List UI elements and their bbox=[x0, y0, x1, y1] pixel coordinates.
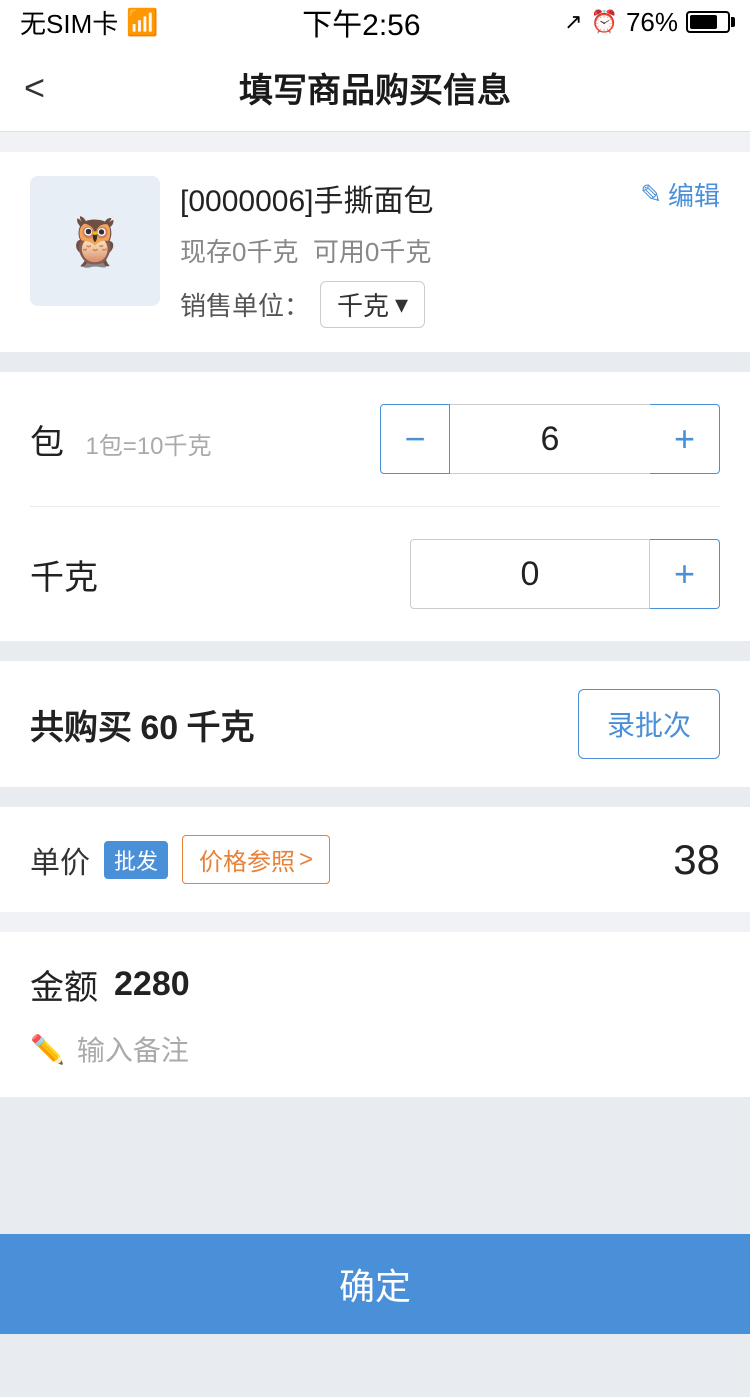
price-label: 单价 bbox=[30, 838, 90, 882]
alarm-icon: ⏰ bbox=[591, 9, 618, 35]
bao-input[interactable] bbox=[450, 404, 650, 474]
battery-percent: 76% bbox=[626, 7, 678, 38]
remark-row[interactable]: ✏️ 输入备注 bbox=[30, 1029, 720, 1069]
bao-control: − + bbox=[380, 404, 720, 474]
location-icon: ↗ bbox=[564, 9, 582, 35]
wifi-icon: 📶 bbox=[126, 7, 158, 38]
kg-label: 千克 bbox=[30, 550, 410, 599]
status-right: ↗ ⏰ 76% bbox=[564, 7, 730, 38]
price-row: 单价 批发 价格参照 > 38 bbox=[30, 835, 720, 884]
status-carrier: 无SIM卡 📶 bbox=[20, 4, 159, 41]
back-button[interactable]: < bbox=[24, 67, 45, 109]
edit-icon: ✎ bbox=[640, 179, 662, 210]
status-time: 下午2:56 bbox=[302, 0, 420, 44]
kg-control: + bbox=[410, 539, 720, 609]
unit-selector[interactable]: 千克 ▾ bbox=[320, 281, 425, 328]
amount-row: 金额 2280 bbox=[30, 960, 720, 1009]
price-badge: 批发 bbox=[104, 841, 168, 879]
confirm-button[interactable]: 确定 bbox=[0, 1234, 750, 1334]
amount-label: 金额 bbox=[30, 960, 98, 1009]
product-image: 🦉 bbox=[30, 176, 160, 306]
edit-button[interactable]: ✎ 编辑 bbox=[640, 176, 720, 213]
bao-minus-button[interactable]: − bbox=[380, 404, 450, 474]
kg-row: 千克 + bbox=[30, 507, 720, 641]
total-text: 共购买 60 千克 bbox=[30, 700, 255, 749]
bao-hint: 1包=10千克 bbox=[85, 433, 211, 460]
section-divider-2 bbox=[0, 641, 750, 661]
amount-value: 2280 bbox=[114, 965, 190, 1004]
page-title: 填写商品购买信息 bbox=[239, 63, 511, 112]
pencil-icon: ✏️ bbox=[30, 1033, 65, 1066]
status-bar: 无SIM卡 📶 下午2:56 ↗ ⏰ 76% bbox=[0, 0, 750, 44]
batch-button[interactable]: 录批次 bbox=[578, 689, 720, 759]
price-section: 单价 批发 价格参照 > 38 bbox=[0, 807, 750, 912]
battery-fill bbox=[690, 15, 717, 29]
bao-label-area: 包 1包=10千克 bbox=[30, 415, 380, 464]
product-unit: 销售单位： 千克 ▾ bbox=[180, 281, 720, 328]
chevron-right-icon: > bbox=[299, 846, 313, 874]
kg-input[interactable] bbox=[410, 539, 650, 609]
section-divider-1 bbox=[0, 352, 750, 372]
product-card: 🦉 [0000006]手撕面包 现存0千克 可用0千克 销售单位： 千克 ▾ ✎… bbox=[0, 152, 750, 352]
product-logo-icon: 🦉 bbox=[65, 213, 125, 270]
product-info: [0000006]手撕面包 现存0千克 可用0千克 销售单位： 千克 ▾ bbox=[180, 176, 720, 328]
remark-placeholder: 输入备注 bbox=[77, 1029, 189, 1069]
nav-bar: < 填写商品购买信息 bbox=[0, 44, 750, 132]
price-reference-button[interactable]: 价格参照 > bbox=[182, 835, 330, 884]
amount-section: 金额 2280 ✏️ 输入备注 bbox=[0, 932, 750, 1097]
price-label-area: 单价 批发 价格参照 > bbox=[30, 835, 330, 884]
battery-icon bbox=[686, 11, 730, 33]
total-row: 共购买 60 千克 录批次 bbox=[0, 661, 750, 787]
price-value: 38 bbox=[673, 836, 720, 884]
kg-plus-button[interactable]: + bbox=[650, 539, 720, 609]
product-name: [0000006]手撕面包 bbox=[180, 176, 720, 220]
bao-row: 包 1包=10千克 − + bbox=[30, 372, 720, 507]
section-divider-3 bbox=[0, 787, 750, 807]
product-stock: 现存0千克 可用0千克 bbox=[180, 232, 720, 269]
chevron-down-icon: ▾ bbox=[395, 289, 408, 320]
carrier-text: 无SIM卡 bbox=[20, 4, 118, 41]
quantity-section: 包 1包=10千克 − + 千克 + bbox=[0, 372, 750, 641]
bao-plus-button[interactable]: + bbox=[650, 404, 720, 474]
